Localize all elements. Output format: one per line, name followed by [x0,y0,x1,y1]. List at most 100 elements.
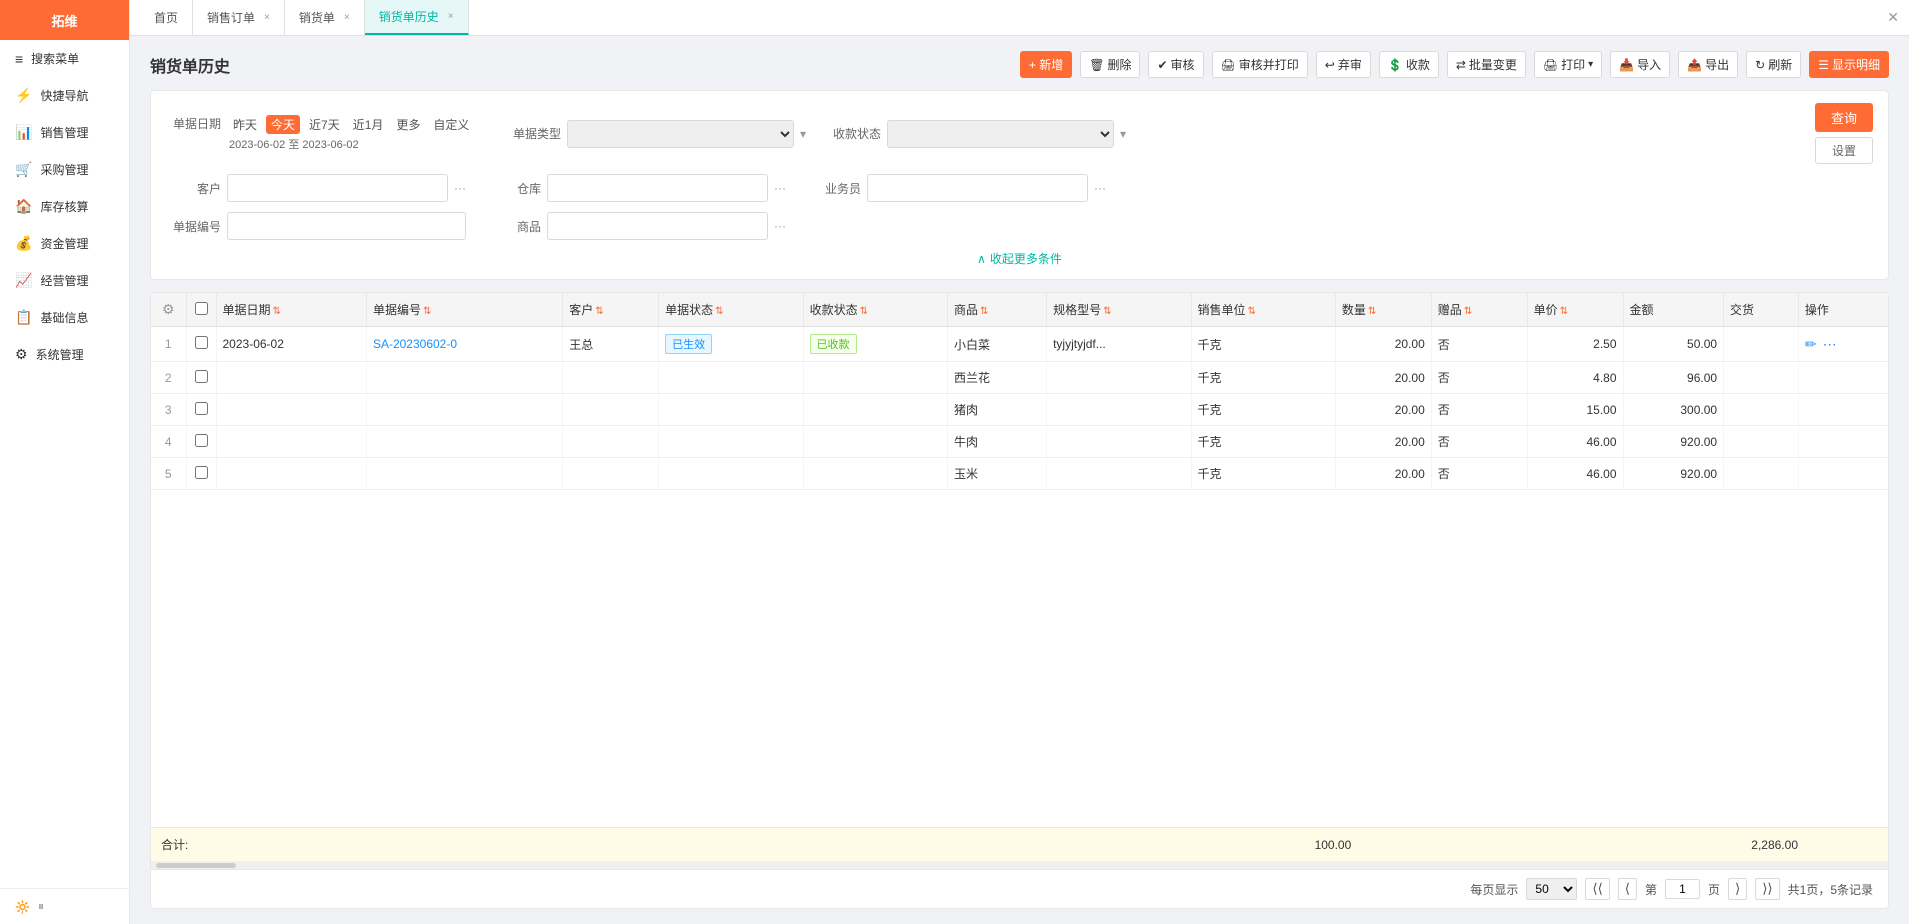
new-button[interactable]: + 新增 [1020,51,1072,78]
sidebar-bottom-icon2[interactable]: ⏸ [38,899,44,914]
row-checkbox[interactable] [195,336,208,349]
col-gear[interactable]: ⚙ [151,293,186,327]
audit-button[interactable]: ✔ 审核 [1148,51,1203,78]
row-checkbox[interactable] [195,370,208,383]
col-unit-header[interactable]: 销售单位⇅ [1191,293,1335,327]
date-tab-7days[interactable]: 近7天 [305,115,344,134]
sidebar-item-basic-info[interactable]: 📋 基础信息 [0,299,129,336]
more-icon[interactable]: ⋯ [1823,336,1837,353]
col-gift-header[interactable]: 赠品⇅ [1431,293,1527,327]
tab-sales-history[interactable]: 销货单历史 × [365,0,469,35]
collapse-button[interactable]: ∧ 收起更多条件 [166,250,1873,267]
query-button[interactable]: 查询 [1815,103,1873,132]
col-price-header[interactable]: 单价⇅ [1527,293,1623,327]
setting-button[interactable]: 设置 [1815,137,1873,164]
goods-dots[interactable]: ··· [774,219,786,233]
col-checkbox-header[interactable] [186,293,216,327]
warehouse-input[interactable] [547,174,768,202]
collect-button[interactable]: 💲 收款 [1379,51,1439,78]
salesperson-dots[interactable]: ··· [1094,181,1106,195]
page-number-input[interactable] [1665,879,1700,899]
show-detail-button[interactable]: ☰ 显示明细 [1809,51,1889,78]
prev-page-button[interactable]: ⟨ [1618,878,1637,900]
tab-sales-order-close[interactable]: × [264,12,270,23]
doc-type-select[interactable] [567,120,794,148]
col-docno-header[interactable]: 单据编号⇅ [366,293,562,327]
last-page-button[interactable]: ⟩⟩ [1755,878,1779,900]
row-checkbox[interactable] [195,466,208,479]
sidebar-item-quick-nav[interactable]: ⚡ 快捷导航 [0,77,129,114]
row-checkbox-cell[interactable] [186,327,216,362]
import-button[interactable]: 📥 导入 [1610,51,1670,78]
payment-status-filter: 收款状态 ▾ [826,120,1126,148]
customer-input[interactable] [227,174,448,202]
col-customer-header[interactable]: 客户⇅ [563,293,659,327]
date-tab-yesterday[interactable]: 昨天 [229,115,261,134]
next-page-button[interactable]: ⟩ [1728,878,1747,900]
salesperson-input[interactable] [867,174,1088,202]
sidebar-item-search[interactable]: ≡ 搜索菜单 [0,40,129,77]
col-date-header[interactable]: 单据日期⇅ [216,293,366,327]
row-checkbox-cell[interactable] [186,458,216,490]
col-trade-header[interactable]: 交货 [1724,293,1799,327]
col-amount-header[interactable]: 金额 [1623,293,1724,327]
sidebar-item-ops-mgmt[interactable]: 📈 经营管理 [0,262,129,299]
tab-sales-order[interactable]: 销售订单 × [193,0,285,35]
date-tab-custom[interactable]: 自定义 [429,115,473,134]
delete-button[interactable]: 🗑 删除 [1080,51,1140,78]
row-date [216,362,366,394]
select-all-checkbox[interactable] [195,302,208,315]
export-button[interactable]: 📤 导出 [1678,51,1738,78]
print-button[interactable]: 🖨 打印 ▾ [1534,51,1602,78]
refresh-button[interactable]: ↻ 刷新 [1746,51,1801,78]
doc-no-link[interactable]: SA-20230602-0 [373,337,457,351]
batch-change-button[interactable]: ⇄ 批量变更 [1447,51,1526,78]
row-checkbox[interactable] [195,434,208,447]
first-page-button[interactable]: ⟨⟨ [1585,878,1609,900]
date-label: 单据日期 [166,115,221,132]
row-checkbox-cell[interactable] [186,394,216,426]
per-page-select[interactable]: 50 100 200 [1526,878,1577,900]
col-paystatus-header[interactable]: 收款状态⇅ [803,293,947,327]
row-goods: 玉米 [947,458,1046,490]
doc-no-input[interactable] [227,212,466,240]
table-scroll-area[interactable]: ⚙ 单据日期⇅ 单据编号⇅ 客户⇅ 单据状态⇅ 收款状态⇅ 商品⇅ 规格型号⇅ … [151,293,1888,827]
sidebar-item-fund-mgmt[interactable]: 💰 资金管理 [0,225,129,262]
sidebar-item-system-mgmt[interactable]: ⚙ 系统管理 [0,336,129,373]
row-date [216,394,366,426]
table-body: 1 2023-06-02 SA-20230602-0 王总 已生效 已收款 小白… [151,327,1888,490]
row-checkbox-cell[interactable] [186,362,216,394]
sidebar-item-sales-mgmt[interactable]: 📊 销售管理 [0,114,129,151]
sidebar-item-purchase-mgmt[interactable]: 🛒 采购管理 [0,151,129,188]
customer-dots[interactable]: ··· [454,181,466,195]
sidebar-bottom-icon1[interactable]: 🔆 [15,900,30,914]
col-spec-header[interactable]: 规格型号⇅ [1047,293,1191,327]
gear-icon[interactable]: ⚙ [162,301,175,317]
scroll-bar[interactable] [151,861,1888,869]
warehouse-dots[interactable]: ··· [774,181,786,195]
abandon-button[interactable]: ↩ 弃审 [1316,51,1371,78]
date-tab-today[interactable]: 今天 [266,115,300,134]
tab-home[interactable]: 首页 [140,0,193,35]
row-checkbox[interactable] [195,402,208,415]
scroll-thumb[interactable] [156,863,236,868]
col-ops-header: 操作 [1798,293,1888,327]
col-docstatus-header[interactable]: 单据状态⇅ [659,293,803,327]
goods-input[interactable] [547,212,768,240]
tab-sales-history-close[interactable]: × [448,11,454,22]
audit-print-icon: 🖨 [1221,58,1236,72]
row-spec [1047,426,1191,458]
tab-sales-delivery-close[interactable]: × [344,12,350,23]
summary-row: 合计: 100.00 2,286.00 [151,827,1888,861]
tab-sales-delivery[interactable]: 销货单 × [285,0,365,35]
sidebar-item-inventory[interactable]: 🏠 库存核算 [0,188,129,225]
row-checkbox-cell[interactable] [186,426,216,458]
date-tab-1month[interactable]: 近1月 [349,115,388,134]
tab-bar-close-all[interactable]: ✕ [1887,9,1899,26]
col-qty-header[interactable]: 数量⇅ [1335,293,1431,327]
date-tab-more[interactable]: 更多 [392,115,424,134]
audit-print-button[interactable]: 🖨 审核并打印 [1212,51,1308,78]
col-goods-header[interactable]: 商品⇅ [947,293,1046,327]
edit-icon[interactable]: ✏ [1805,336,1817,353]
payment-status-select[interactable] [887,120,1114,148]
